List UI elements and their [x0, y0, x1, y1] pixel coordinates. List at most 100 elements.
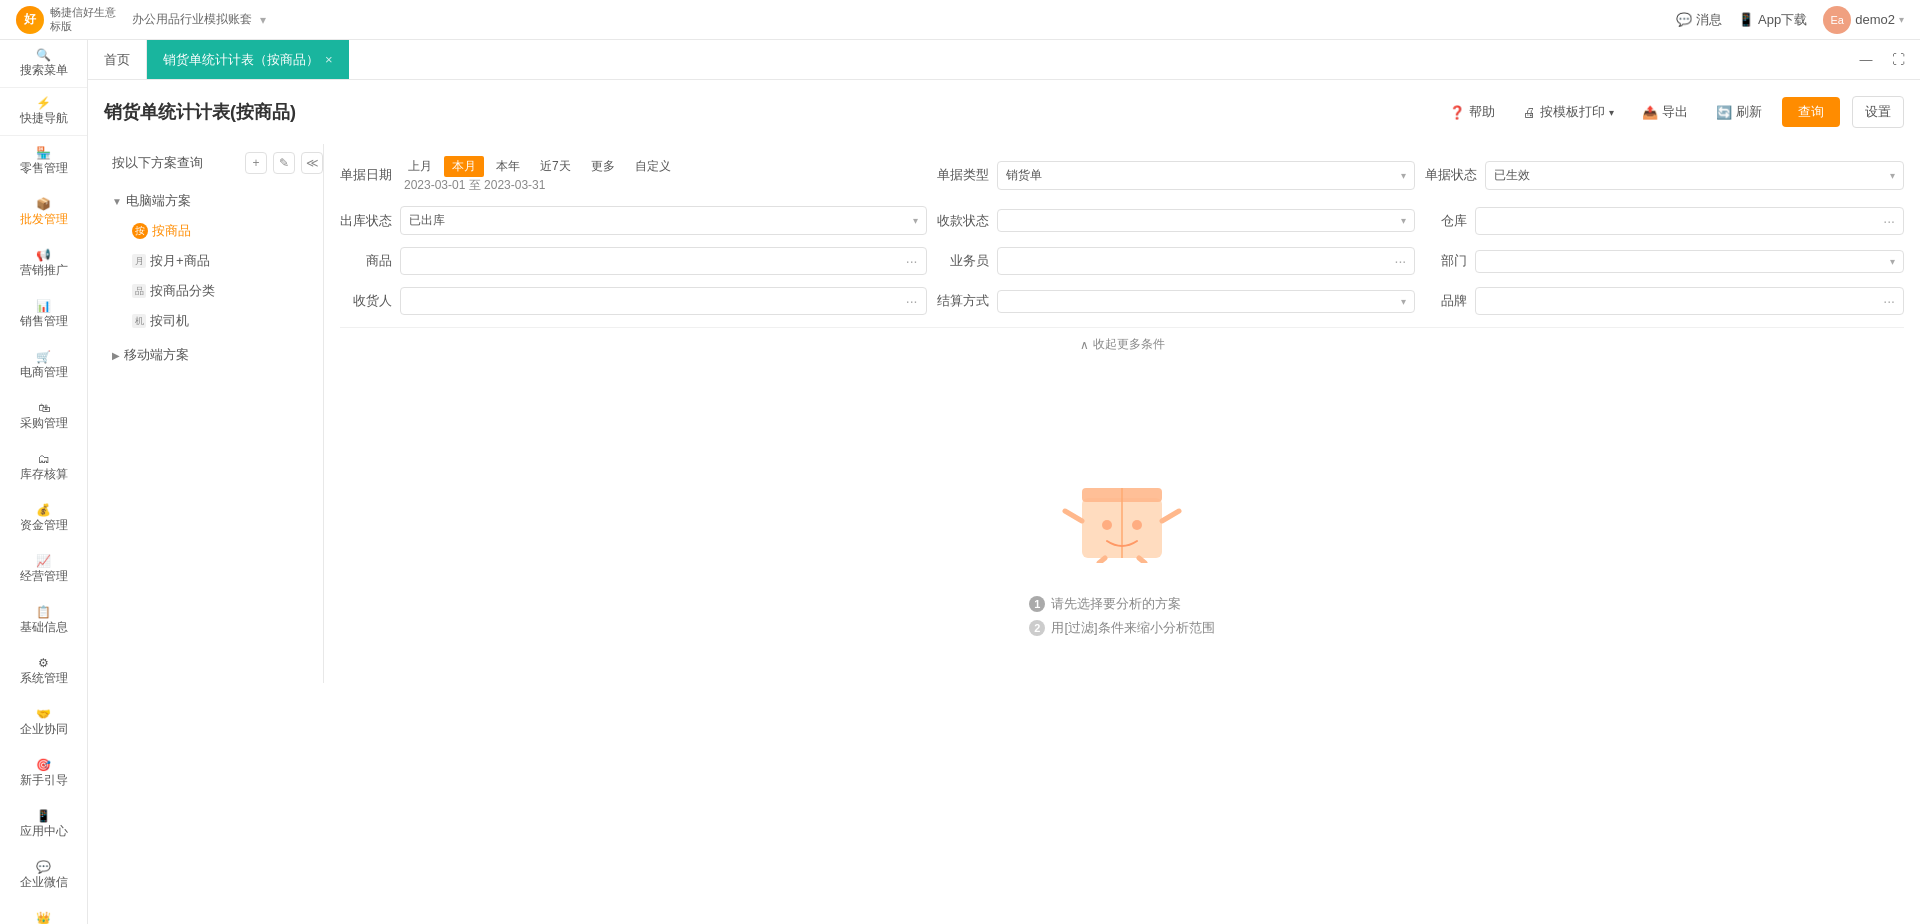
sidebar-item-marketing[interactable]: 📢 营销推广	[0, 238, 87, 289]
date-label: 单据日期	[340, 166, 400, 184]
hint-dot-1: 1	[1029, 596, 1045, 612]
sales-icon: 📊	[4, 299, 83, 313]
svg-line-8	[1139, 558, 1145, 563]
custom-tag[interactable]: 自定义	[627, 156, 679, 177]
tab-minimize-btn[interactable]: —	[1852, 46, 1880, 74]
sidebar-item-retail[interactable]: 🏪 零售管理	[0, 136, 87, 187]
operation-icon: 📈	[4, 554, 83, 568]
tab-home[interactable]: 首页	[88, 40, 147, 79]
sidebar-item-basic[interactable]: 📋 基础信息	[0, 595, 87, 646]
logo-area: 好 畅捷信好生意 标版	[16, 6, 116, 34]
settle-select[interactable]: ▾	[997, 290, 1416, 313]
tree-item-by-goods[interactable]: 按 按商品	[104, 216, 323, 246]
sidebar-item-finance[interactable]: 💰 资金管理	[0, 493, 87, 544]
app-download-btn[interactable]: 📱 App下载	[1738, 11, 1807, 29]
dept-chevron-icon: ▾	[1890, 256, 1895, 267]
dept-select[interactable]: ▾	[1475, 250, 1904, 273]
tab-bar: 首页 销货单统计计表（按商品） × — ⛶	[88, 40, 1920, 80]
svg-line-6	[1162, 511, 1179, 521]
print-btn[interactable]: 🖨 按模板打印 ▾	[1515, 99, 1622, 125]
refresh-icon: 🔄	[1716, 105, 1732, 120]
tab-maximize-btn[interactable]: ⛶	[1884, 46, 1912, 74]
sidebar-item-member[interactable]: 👑 畅会员	[0, 901, 87, 924]
top-bar-right: 💬 消息 📱 App下载 Ea demo2 ▾	[1676, 6, 1904, 34]
sidebar-item-wechat[interactable]: 💬 企业微信	[0, 850, 87, 901]
enterprise-icon: 🤝	[4, 707, 83, 721]
refresh-btn[interactable]: 🔄 刷新	[1708, 99, 1770, 125]
goods-dots-icon: ···	[906, 253, 918, 269]
tree-desktop-section[interactable]: ▼ 电脑端方案	[104, 186, 323, 216]
staff-label: 业务员	[927, 252, 997, 270]
receiver-input[interactable]: ···	[400, 287, 927, 315]
edit-scheme-btn[interactable]: ✎	[273, 152, 295, 174]
this-month-tag[interactable]: 本月	[444, 156, 484, 177]
mobile-expand-arrow-icon: ▶	[112, 350, 120, 361]
sidebar-item-enterprise[interactable]: 🤝 企业协同	[0, 697, 87, 748]
outstatus-label: 出库状态	[340, 212, 400, 230]
page-title: 销货单统计计表(按商品)	[104, 100, 296, 124]
empty-illustration	[1057, 453, 1187, 563]
sidebar-item-sales[interactable]: 📊 销售管理	[0, 289, 87, 340]
guide-icon: 🎯	[4, 758, 83, 772]
by-goods-icon: 按	[132, 223, 148, 239]
filter-receiver: 收货人 ···	[340, 287, 927, 315]
outstatus-select[interactable]: 已出库 ▾	[400, 206, 927, 235]
sidebar-item-guide[interactable]: 🎯 新手引导	[0, 748, 87, 799]
page-actions: ❓ 帮助 🖨 按模板打印 ▾ 📤 导出 🔄	[1441, 96, 1904, 128]
marketing-icon: 📢	[4, 248, 83, 262]
export-btn[interactable]: 📤 导出	[1634, 99, 1696, 125]
page-content: 销货单统计计表(按商品) ❓ 帮助 🖨 按模板打印 ▾ 📤	[88, 80, 1920, 924]
svg-point-4	[1132, 520, 1142, 530]
finance-icon: 💰	[4, 503, 83, 517]
recvstatus-select[interactable]: ▾	[997, 209, 1416, 232]
outstatus-chevron-icon: ▾	[913, 215, 918, 226]
top-bar: 好 畅捷信好生意 标版 办公用品行业模拟账套 ▾ 💬 消息 📱 App下载 Ea…	[0, 0, 1920, 40]
collapse-bar[interactable]: ∧ 收起更多条件	[340, 327, 1904, 361]
wholesale-icon: 📦	[4, 197, 83, 211]
receiver-dots-icon: ···	[906, 293, 918, 309]
logo-icon: 好	[16, 6, 44, 34]
tab-close-btn[interactable]: ×	[325, 52, 333, 67]
sidebar-item-apps[interactable]: 📱 应用中心	[0, 799, 87, 850]
filter-area: 单据日期 上月 本月 本年 近7天 更多 自定义	[340, 144, 1904, 373]
right-panel: 单据日期 上月 本月 本年 近7天 更多 自定义	[324, 144, 1904, 683]
doctype-select[interactable]: 销货单 ▾	[997, 161, 1416, 190]
search-icon: 🔍	[4, 48, 83, 62]
docstatus-select[interactable]: 已生效 ▾	[1485, 161, 1904, 190]
this-year-tag[interactable]: 本年	[488, 156, 528, 177]
brand-input[interactable]: ···	[1475, 287, 1904, 315]
sidebar-item-inventory[interactable]: 🗂 库存核算	[0, 442, 87, 493]
goods-input[interactable]: ···	[400, 247, 927, 275]
ecommerce-icon: 🛒	[4, 350, 83, 364]
apps-icon: 📱	[4, 809, 83, 823]
sidebar-item-wholesale[interactable]: 📦 批发管理	[0, 187, 87, 238]
warehouse-input[interactable]: ···	[1475, 207, 1904, 235]
sidebar-item-purchase[interactable]: 🛍 采购管理	[0, 391, 87, 442]
more-tag[interactable]: 更多	[583, 156, 623, 177]
sidebar-item-quicknav[interactable]: ⚡ 快捷导航	[0, 88, 87, 136]
message-btn[interactable]: 💬 消息	[1676, 11, 1722, 29]
svg-line-5	[1065, 511, 1082, 521]
docstatus-label: 单据状态	[1415, 166, 1485, 184]
sidebar-item-ecommerce[interactable]: 🛒 电商管理	[0, 340, 87, 391]
staff-dots-icon: ···	[1395, 253, 1407, 269]
doctype-label: 单据类型	[927, 166, 997, 184]
prev-month-tag[interactable]: 上月	[400, 156, 440, 177]
tree-item-goods-category[interactable]: 品 按商品分类	[104, 276, 323, 306]
user-area[interactable]: Ea demo2 ▾	[1823, 6, 1904, 34]
add-scheme-btn[interactable]: +	[245, 152, 267, 174]
settle-label: 结算方式	[927, 292, 997, 310]
sidebar-item-system[interactable]: ⚙ 系统管理	[0, 646, 87, 697]
7days-tag[interactable]: 近7天	[532, 156, 579, 177]
sidebar-item-operation[interactable]: 📈 经营管理	[0, 544, 87, 595]
tree-item-driver[interactable]: 机 按司机	[104, 306, 323, 336]
tree-mobile-section[interactable]: ▶ 移动端方案	[104, 340, 323, 370]
sidebar-item-search[interactable]: 🔍 搜索菜单	[0, 40, 87, 88]
query-btn[interactable]: 查询	[1782, 97, 1840, 127]
tree-item-month-goods[interactable]: 月 按月+商品	[104, 246, 323, 276]
help-btn[interactable]: ❓ 帮助	[1441, 99, 1503, 125]
tab-active[interactable]: 销货单统计计表（按商品） ×	[147, 40, 349, 79]
staff-input[interactable]: ···	[997, 247, 1416, 275]
collapse-panel-btn[interactable]: ≪	[301, 152, 323, 174]
settings-btn[interactable]: 设置	[1852, 96, 1904, 128]
